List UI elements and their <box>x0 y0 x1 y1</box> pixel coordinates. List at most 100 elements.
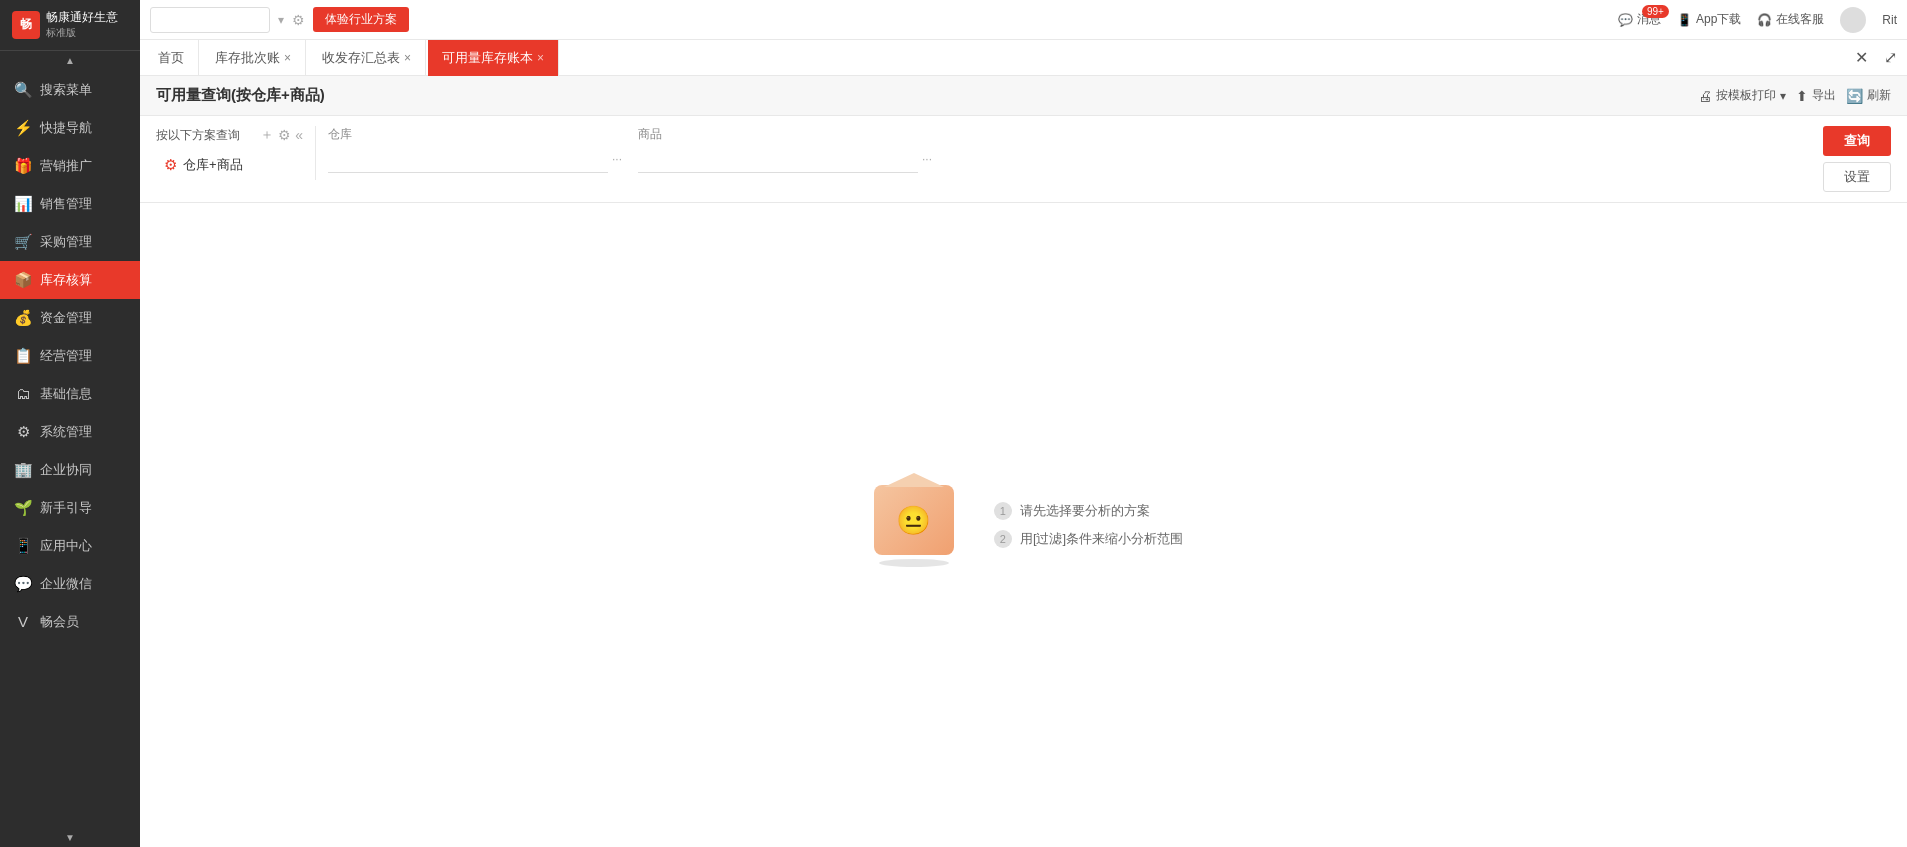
user-avatar[interactable] <box>1840 7 1866 33</box>
sidebar-item-label-sales: 销售管理 <box>40 195 92 213</box>
refresh-button[interactable]: 🔄 刷新 <box>1846 87 1891 104</box>
export-button[interactable]: ⬆ 导出 <box>1796 87 1836 104</box>
brand-info: 畅康通好生意 标准版 <box>46 10 118 40</box>
add-scheme-button[interactable]: ＋ <box>260 126 274 144</box>
settings-button[interactable]: 设置 <box>1823 162 1891 192</box>
topbar-search-input[interactable] <box>150 7 270 33</box>
sidebar-item-label-purchase: 采购管理 <box>40 233 92 251</box>
tab-available[interactable]: 可用量库存账本 × <box>428 40 559 76</box>
sidebar-icon-marketing: 🎁 <box>14 157 32 175</box>
tab-summary-label: 收发存汇总表 <box>322 49 400 67</box>
topbar-app-download[interactable]: 📱 App下载 <box>1677 11 1741 28</box>
filter-scheme-panel: 按以下方案查询 ＋ ⚙ « ⚙ 仓库+商品 <box>156 126 316 180</box>
sidebar-item-finance[interactable]: 💰 资金管理 <box>0 299 140 337</box>
filter-field-warehouse: 仓库 ··· <box>328 126 622 173</box>
sidebar-item-member[interactable]: V 畅会员 <box>0 603 140 641</box>
topbar-service[interactable]: 🎧 在线客服 <box>1757 11 1824 28</box>
topbar-gear-icon[interactable]: ⚙ <box>292 12 305 28</box>
sidebar-item-purchase[interactable]: 🛒采购管理 <box>0 223 140 261</box>
sidebar-item-system[interactable]: ⚙系统管理 <box>0 413 140 451</box>
sidebar-icon-sales: 📊 <box>14 195 32 213</box>
tip-num-2: 2 <box>994 530 1012 548</box>
print-icon: 🖨 <box>1698 88 1712 104</box>
print-button[interactable]: 🖨 按模板打印 ▾ <box>1698 87 1786 104</box>
sidebar-item-label-wechat: 企业微信 <box>40 575 92 593</box>
filter-fields: 仓库 ··· 商品 ··· <box>328 126 1811 173</box>
app-label: App下载 <box>1696 11 1741 28</box>
sidebar-item-shortcut[interactable]: ⚡快捷导航 <box>0 109 140 147</box>
settings-scheme-button[interactable]: ⚙ <box>278 127 291 143</box>
sidebar-icon-member: V <box>14 613 32 630</box>
filter-actions: 查询 设置 <box>1823 126 1891 192</box>
sidebar-item-label-shortcut: 快捷导航 <box>40 119 92 137</box>
query-button[interactable]: 查询 <box>1823 126 1891 156</box>
print-chevron-icon: ▾ <box>1780 89 1786 103</box>
brand-sub: 标准版 <box>46 26 118 40</box>
sidebar-scroll-up[interactable]: ▲ <box>0 51 140 71</box>
tab-available-label: 可用量库存账本 <box>442 49 533 67</box>
tab-expand-button[interactable]: ⤢ <box>1878 46 1903 69</box>
tab-close-button[interactable]: ✕ <box>1849 46 1874 69</box>
export-icon: ⬆ <box>1796 88 1808 104</box>
topbar-search <box>150 7 270 33</box>
sidebar-item-label-basic: 基础信息 <box>40 385 92 403</box>
page-title: 可用量查询(按仓库+商品) <box>156 86 325 105</box>
sidebar-item-enterprise[interactable]: 🏢企业协同 <box>0 451 140 489</box>
tab-home[interactable]: 首页 <box>144 40 199 76</box>
message-icon: 💬 <box>1618 13 1633 27</box>
sidebar-item-inventory[interactable]: 📦库存核算 <box>0 261 140 299</box>
product-more-icon[interactable]: ··· <box>922 152 932 166</box>
topbar-message[interactable]: 💬 消息 99+ <box>1618 11 1661 28</box>
trial-button[interactable]: 体验行业方案 <box>313 7 409 32</box>
topbar-right: 💬 消息 99+ 📱 App下载 🎧 在线客服 Rit <box>1618 7 1897 33</box>
scheme-item-warehouse-product[interactable]: ⚙ 仓库+商品 <box>156 150 303 180</box>
collapse-scheme-button[interactable]: « <box>295 127 303 143</box>
tab-summary[interactable]: 收发存汇总表 × <box>308 40 426 76</box>
empty-area: 😐 1 请先选择要分析的方案 2 用[过滤]条件来缩小分析范围 <box>140 203 1907 847</box>
sidebar-icon-system: ⚙ <box>14 423 32 441</box>
tab-summary-close[interactable]: × <box>404 51 411 65</box>
empty-content: 😐 1 请先选择要分析的方案 2 用[过滤]条件来缩小分析范围 <box>864 475 1183 575</box>
tab-batch-close[interactable]: × <box>284 51 291 65</box>
sidebar-item-basic[interactable]: 🗂 基础信息 <box>0 375 140 413</box>
sidebar-icon-inventory: 📦 <box>14 271 32 289</box>
tab-batch[interactable]: 库存批次账 × <box>201 40 306 76</box>
sidebar-item-label-search: 搜索菜单 <box>40 81 92 99</box>
page-content: 可用量查询(按仓库+商品) 🖨 按模板打印 ▾ ⬆ 导出 🔄 刷新 <box>140 76 1907 847</box>
sidebar-icon-basic: 🗂 <box>14 385 32 402</box>
sidebar-icon-operation: 📋 <box>14 347 32 365</box>
tip-text-1: 请先选择要分析的方案 <box>1020 502 1150 520</box>
username[interactable]: Rit <box>1882 13 1897 27</box>
sidebar-item-appstore[interactable]: 📱应用中心 <box>0 527 140 565</box>
sidebar-item-search[interactable]: 🔍搜索菜单 <box>0 71 140 109</box>
sidebar-item-label-finance: 资金管理 <box>40 309 92 327</box>
sidebar-item-operation[interactable]: 📋经营管理 <box>0 337 140 375</box>
tab-home-label: 首页 <box>158 49 184 67</box>
sidebar-scroll-down[interactable]: ▼ <box>0 827 140 847</box>
tab-available-close[interactable]: × <box>537 51 544 65</box>
topbar-chevron-icon[interactable]: ▾ <box>278 13 284 27</box>
filter-area: 按以下方案查询 ＋ ⚙ « ⚙ 仓库+商品 仓库 ··· <box>140 116 1907 203</box>
scheme-icon: ⚙ <box>164 156 177 174</box>
topbar: ▾ ⚙ 体验行业方案 💬 消息 99+ 📱 App下载 🎧 在线客服 Rit <box>140 0 1907 40</box>
sidebar-item-label-member: 畅会员 <box>40 613 79 631</box>
sidebar-item-guide[interactable]: 🌱新手引导 <box>0 489 140 527</box>
sidebar-item-wechat[interactable]: 💬企业微信 <box>0 565 140 603</box>
warehouse-input[interactable] <box>328 145 608 173</box>
product-input[interactable] <box>638 145 918 173</box>
warehouse-field-label: 仓库 <box>328 126 622 143</box>
page-header: 可用量查询(按仓库+商品) 🖨 按模板打印 ▾ ⬆ 导出 🔄 刷新 <box>140 76 1907 116</box>
scheme-item-label: 仓库+商品 <box>183 156 243 174</box>
tip-text-2: 用[过滤]条件来缩小分析范围 <box>1020 530 1183 548</box>
empty-box-face: 😐 <box>896 504 931 537</box>
empty-box: 😐 <box>874 485 954 555</box>
sidebar-item-marketing[interactable]: 🎁营销推广 <box>0 147 140 185</box>
sidebar-icon-finance: 💰 <box>14 309 32 327</box>
filter-field-product: 商品 ··· <box>638 126 932 173</box>
warehouse-more-icon[interactable]: ··· <box>612 152 622 166</box>
sidebar-item-sales[interactable]: 📊 销售管理 <box>0 185 140 223</box>
refresh-label: 刷新 <box>1867 87 1891 104</box>
message-badge: 99+ <box>1642 5 1669 18</box>
product-field-label: 商品 <box>638 126 932 143</box>
sidebar-item-label-appstore: 应用中心 <box>40 537 92 555</box>
